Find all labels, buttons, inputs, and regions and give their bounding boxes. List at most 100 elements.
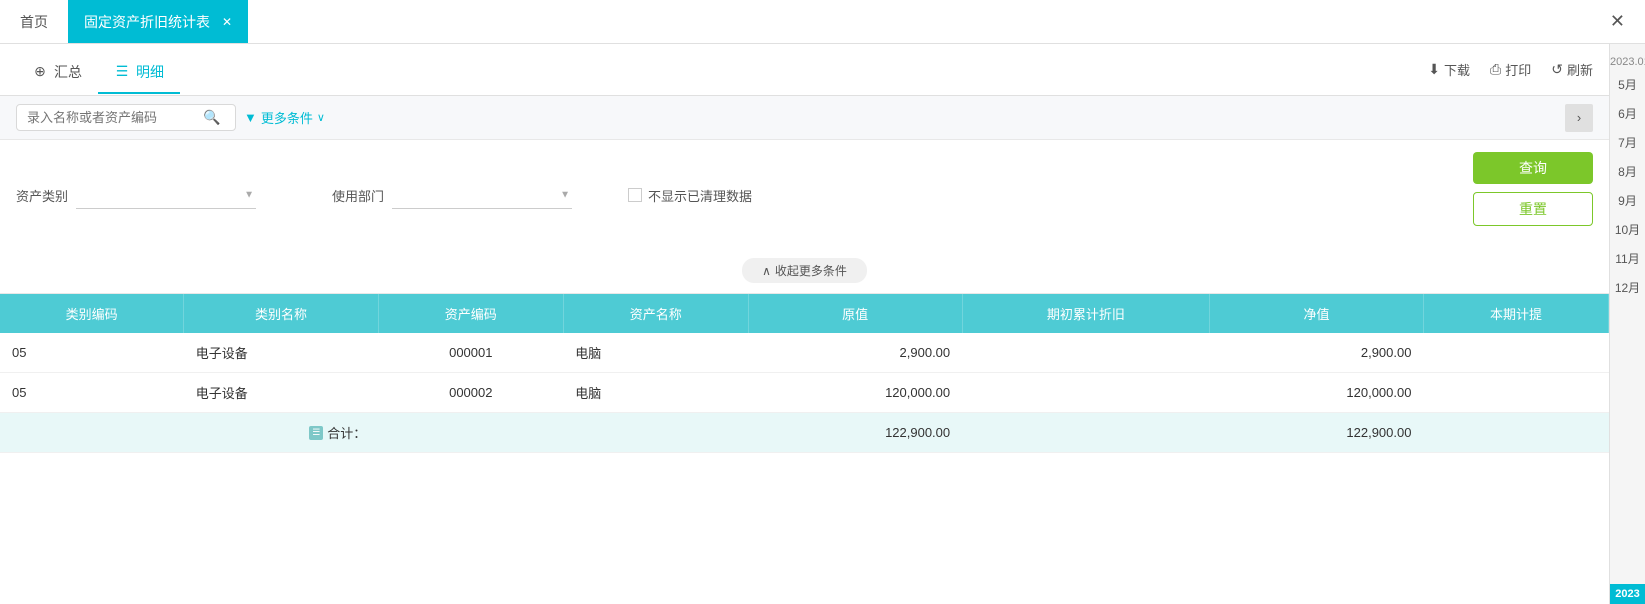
nav-home[interactable]: 首页: [0, 12, 68, 32]
window-close-icon[interactable]: ✕: [1610, 11, 1625, 32]
search-input-wrap[interactable]: 🔍: [16, 104, 236, 131]
sidebar-month-9[interactable]: 9月: [1610, 186, 1645, 215]
col-asset-name: 资产名称: [563, 294, 748, 333]
sidebar-month-10[interactable]: 10月: [1610, 215, 1645, 244]
filter-row: 资产类别 ▼ 使用部门 ▼: [16, 152, 1593, 238]
col-net-value: 净值: [1210, 294, 1424, 333]
top-nav: 首页 固定资产折旧统计表 ✕ ✕: [0, 0, 1645, 44]
col-asset-code: 资产编码: [378, 294, 563, 333]
department-select[interactable]: [392, 181, 572, 209]
hide-cleared-checkbox[interactable]: [628, 188, 642, 202]
col-category-name: 类别名称: [184, 294, 379, 333]
collapse-btn[interactable]: ∧ 收起更多条件: [742, 258, 867, 283]
search-bar: 🔍 ▼ 更多条件 ∨ ›: [0, 96, 1609, 140]
cell-curr-dep-1: [1423, 333, 1608, 373]
asset-category-select[interactable]: [76, 181, 256, 209]
filter-panel: 资产类别 ▼ 使用部门 ▼: [0, 140, 1609, 294]
more-conditions-label: 更多条件: [261, 108, 313, 127]
print-icon: ⎙: [1490, 61, 1501, 78]
refresh-label: 刷新: [1567, 60, 1593, 79]
table-wrap: 类别编码 类别名称 资产编码 资产名称 原值 期初累计折旧 净值 本期计提 05…: [0, 294, 1609, 604]
collapse-bar: ∧ 收起更多条件: [16, 250, 1593, 293]
total-acc-dep: [962, 413, 1209, 453]
collapse-label: 收起更多条件: [775, 262, 847, 279]
query-button[interactable]: 查询: [1473, 152, 1593, 184]
filter-actions: 查询 重置: [1473, 152, 1593, 226]
table-body: 05 电子设备 000001 电脑 2,900.00 2,900.00 05 电…: [0, 333, 1609, 453]
more-conditions-btn[interactable]: ▼ 更多条件 ∨: [244, 108, 325, 127]
toolbar: ⬇ 下载 ⎙ 打印 ↺ 刷新: [1428, 60, 1593, 87]
cell-original-value-1: 2,900.00: [748, 333, 962, 373]
cell-acc-dep-2: [962, 373, 1209, 413]
asset-category-group: 资产类别 ▼: [16, 181, 256, 209]
print-btn[interactable]: ⎙ 打印: [1490, 60, 1531, 79]
cell-asset-code-1: 000001: [378, 333, 563, 373]
download-label: 下载: [1444, 60, 1470, 79]
hide-cleared-group: 不显示已清理数据: [628, 186, 752, 205]
search-input[interactable]: [27, 110, 197, 125]
col-category-code: 类别编码: [0, 294, 184, 333]
sidebar-year-badge[interactable]: 2023: [1610, 584, 1645, 604]
asset-category-select-wrap: ▼: [76, 181, 256, 209]
refresh-icon: ↺: [1551, 61, 1563, 78]
reset-button[interactable]: 重置: [1473, 192, 1593, 226]
sidebar-month-6[interactable]: 6月: [1610, 99, 1645, 128]
tab-summary[interactable]: ⊕ 汇总: [16, 56, 98, 94]
cell-acc-dep-1: [962, 333, 1209, 373]
left-panel: ⊕ 汇总 ☰ 明细 ⬇ 下载 ⎙ 打印 ↺ 刷新: [0, 44, 1609, 604]
download-icon: ⬇: [1428, 61, 1440, 78]
total-empty-1: [0, 413, 184, 453]
hide-cleared-label: 不显示已清理数据: [648, 186, 752, 205]
cell-net-value-1: 2,900.00: [1210, 333, 1424, 373]
chevron-down-icon: ∨: [317, 111, 325, 124]
col-accumulated-depreciation: 期初累计折旧: [962, 294, 1209, 333]
department-select-wrap: ▼: [392, 181, 572, 209]
tab-close-icon[interactable]: ✕: [222, 15, 232, 29]
active-tab[interactable]: 固定资产折旧统计表 ✕: [68, 0, 248, 43]
department-label: 使用部门: [332, 186, 384, 205]
top-nav-right: ✕: [1610, 11, 1645, 32]
col-original-value: 原值: [748, 294, 962, 333]
cell-original-value-2: 120,000.00: [748, 373, 962, 413]
asset-category-label: 资产类别: [16, 186, 68, 205]
total-label-wrap: ☰ 合计：: [196, 423, 367, 442]
total-empty-4: [563, 413, 748, 453]
collapse-up-icon: ∧: [762, 264, 771, 278]
search-icon: 🔍: [203, 109, 220, 126]
sidebar-month-11[interactable]: 11月: [1610, 244, 1645, 273]
sidebar-month-5[interactable]: 5月: [1610, 70, 1645, 99]
cell-category-code-1: 05: [0, 333, 184, 373]
cell-net-value-2: 120,000.00: [1210, 373, 1424, 413]
cell-curr-dep-2: [1423, 373, 1608, 413]
tab-detail[interactable]: ☰ 明细: [98, 56, 180, 94]
right-arrow-icon: ›: [1577, 110, 1581, 125]
tab-summary-label: 汇总: [54, 62, 82, 82]
refresh-btn[interactable]: ↺ 刷新: [1551, 60, 1593, 79]
total-curr-dep: [1423, 413, 1608, 453]
sidebar-month-8[interactable]: 8月: [1610, 157, 1645, 186]
sidebar-month-7[interactable]: 7月: [1610, 128, 1645, 157]
cell-asset-code-2: 000002: [378, 373, 563, 413]
main-content: ⊕ 汇总 ☰ 明细 ⬇ 下载 ⎙ 打印 ↺ 刷新: [0, 44, 1645, 604]
col-current-depreciation: 本期计提: [1423, 294, 1608, 333]
total-row: ☰ 合计： 122,900.00 122,900.00: [0, 413, 1609, 453]
cell-asset-name-1: 电脑: [563, 333, 748, 373]
total-empty-3: [378, 413, 563, 453]
summary-icon: ⊕: [32, 64, 48, 80]
asset-table: 类别编码 类别名称 资产编码 资产名称 原值 期初累计折旧 净值 本期计提 05…: [0, 294, 1609, 453]
cell-category-name-2: 电子设备: [184, 373, 379, 413]
table-row: 05 电子设备 000001 电脑 2,900.00 2,900.00: [0, 333, 1609, 373]
total-icon: ☰: [309, 426, 323, 440]
cell-asset-name-2: 电脑: [563, 373, 748, 413]
total-label-text: 合计：: [327, 423, 366, 442]
total-original-value: 122,900.00: [748, 413, 962, 453]
tab-detail-label: 明细: [136, 62, 164, 82]
download-btn[interactable]: ⬇ 下载: [1428, 60, 1470, 79]
sidebar-month-12[interactable]: 12月: [1610, 273, 1645, 302]
cell-category-name-1: 电子设备: [184, 333, 379, 373]
collapse-search-btn[interactable]: ›: [1565, 104, 1593, 132]
department-group: 使用部门 ▼: [332, 181, 572, 209]
tab-label: 固定资产折旧统计表: [84, 12, 210, 32]
table-header: 类别编码 类别名称 资产编码 资产名称 原值 期初累计折旧 净值 本期计提: [0, 294, 1609, 333]
print-label: 打印: [1505, 60, 1531, 79]
